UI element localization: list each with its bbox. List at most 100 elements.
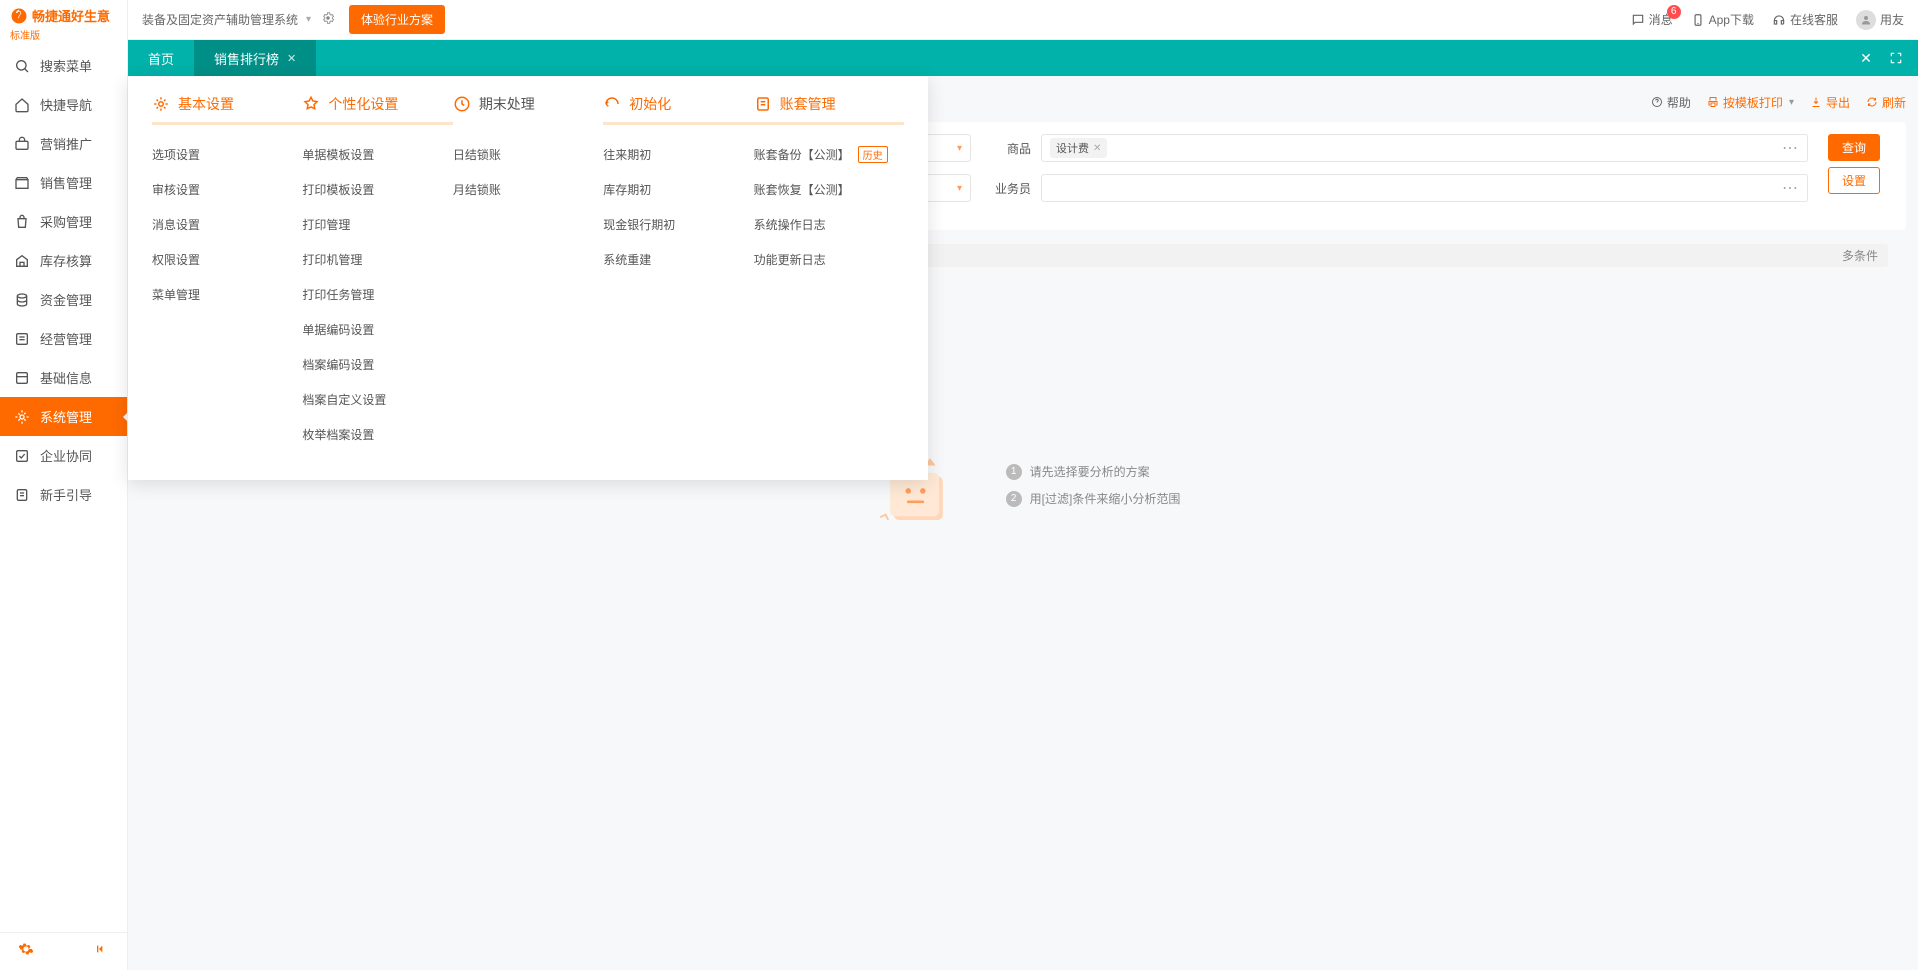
setting-button[interactable]: 设置 — [1828, 167, 1880, 194]
refresh-icon — [1866, 96, 1878, 108]
query-button[interactable]: 查询 — [1828, 134, 1880, 161]
mega-item-label: 枚举档案设置 — [302, 426, 374, 443]
more-dots-icon[interactable]: ⋯ — [1782, 138, 1799, 158]
empty-step: 2用[过滤]条件来缩小分析范围 — [1006, 490, 1181, 507]
mobile-icon — [1691, 13, 1705, 27]
column-head-icon — [453, 95, 471, 113]
mega-menu-item[interactable]: 打印管理 — [302, 207, 452, 242]
mega-column-title: 初始化 — [603, 94, 753, 125]
collapse-sidebar-icon[interactable] — [93, 941, 109, 962]
fund-mgmt-icon — [14, 292, 30, 308]
marketing-icon — [14, 136, 30, 152]
mega-menu-item[interactable]: 单据模板设置 — [302, 137, 452, 172]
chevron-down-icon: ▾ — [957, 143, 962, 154]
tab-strip: 首页销售排行榜✕ ✕ — [128, 40, 1918, 76]
sidebar-item-quick-nav[interactable]: 快捷导航 — [0, 85, 127, 124]
mega-item-label: 月结锁账 — [453, 181, 501, 198]
export-label: 导出 — [1826, 94, 1850, 111]
mega-item-label: 打印任务管理 — [302, 286, 374, 303]
mega-item-label: 消息设置 — [152, 216, 200, 233]
mega-menu-item[interactable]: 菜单管理 — [152, 277, 302, 312]
print-template-button[interactable]: 按模板打印 ▾ — [1707, 94, 1794, 111]
mega-menu-item[interactable]: 打印模板设置 — [302, 172, 452, 207]
mega-item-label: 库存期初 — [603, 181, 651, 198]
product-tag-label: 设计费 — [1056, 140, 1089, 156]
app-download-button[interactable]: App下载 — [1691, 11, 1754, 28]
org-settings-icon[interactable] — [321, 11, 335, 28]
sidebar-item-beginner-guide[interactable]: 新手引导 — [0, 475, 127, 514]
settings-gear-icon[interactable] — [18, 941, 34, 962]
try-scheme-button[interactable]: 体验行业方案 — [349, 5, 445, 34]
sidebar-item-basic-info[interactable]: 基础信息 — [0, 358, 127, 397]
mega-menu-item[interactable]: 选项设置 — [152, 137, 302, 172]
mega-menu-item[interactable]: 系统操作日志 — [754, 207, 904, 242]
mega-menu-item[interactable]: 系统重建 — [603, 242, 753, 277]
sidebar-item-system-mgmt[interactable]: 系统管理 — [0, 397, 127, 436]
fullscreen-icon[interactable] — [1884, 46, 1908, 70]
sidebar-item-marketing[interactable]: 营销推广 — [0, 124, 127, 163]
mega-menu-item[interactable]: 日结锁账 — [453, 137, 603, 172]
mega-menu-item[interactable]: 往来期初 — [603, 137, 753, 172]
refresh-button[interactable]: 刷新 — [1866, 94, 1906, 111]
org-name: 装备及固定资产辅助管理系统 — [142, 11, 298, 28]
sidebar-item-enterprise-collab[interactable]: 企业协同 — [0, 436, 127, 475]
tab-销售排行榜[interactable]: 销售排行榜✕ — [194, 40, 316, 76]
headset-icon — [1772, 13, 1786, 27]
more-dots-icon[interactable]: ⋯ — [1782, 178, 1799, 198]
mega-menu-item[interactable]: 账套恢复【公测】 — [754, 172, 904, 207]
remove-tag-icon[interactable]: ✕ — [1093, 143, 1101, 154]
sidebar-item-label: 搜索菜单 — [40, 56, 92, 75]
mega-item-label: 系统操作日志 — [754, 216, 826, 233]
mega-menu-item[interactable]: 打印任务管理 — [302, 277, 452, 312]
inventory-icon — [14, 253, 30, 269]
sidebar-item-label: 企业协同 — [40, 446, 92, 465]
mega-menu-item[interactable]: 消息设置 — [152, 207, 302, 242]
product-tag[interactable]: 设计费 ✕ — [1050, 138, 1107, 158]
nav-list: 搜索菜单快捷导航营销推广销售管理采购管理库存核算资金管理经营管理基础信息系统管理… — [0, 40, 127, 932]
more-conditions-bar[interactable]: 多条件 — [778, 244, 1888, 267]
sidebar-item-label: 营销推广 — [40, 134, 92, 153]
user-menu[interactable]: 用友 — [1856, 10, 1904, 30]
sidebar-item-label: 系统管理 — [40, 407, 92, 426]
sidebar-item-fund-mgmt[interactable]: 资金管理 — [0, 280, 127, 319]
sidebar-item-search-menu[interactable]: 搜索菜单 — [0, 46, 127, 85]
mega-menu-item[interactable]: 打印机管理 — [302, 242, 452, 277]
sidebar-item-sales-mgmt[interactable]: 销售管理 — [0, 163, 127, 202]
mega-menu-item[interactable]: 档案自定义设置 — [302, 382, 452, 417]
mega-menu-item[interactable]: 单据编码设置 — [302, 312, 452, 347]
empty-step: 1请先选择要分析的方案 — [1006, 463, 1181, 480]
messages-button[interactable]: 消息 6 — [1631, 11, 1673, 28]
mega-menu-item[interactable]: 功能更新日志 — [754, 242, 904, 277]
service-label: 在线客服 — [1790, 11, 1838, 28]
sidebar-item-inventory[interactable]: 库存核算 — [0, 241, 127, 280]
mega-menu-item[interactable]: 账套备份【公测】历史 — [754, 137, 904, 172]
message-icon — [1631, 13, 1645, 27]
close-tab-icon[interactable]: ✕ — [287, 52, 296, 65]
tab-首页[interactable]: 首页 — [128, 40, 194, 76]
chevron-down-icon: ▾ — [1789, 97, 1794, 108]
salesman-field[interactable]: ⋯ — [1041, 174, 1808, 202]
mega-item-label: 账套恢复【公测】 — [754, 181, 850, 198]
sidebar-item-label: 经营管理 — [40, 329, 92, 348]
customer-service-button[interactable]: 在线客服 — [1772, 11, 1838, 28]
quick-nav-icon — [14, 97, 30, 113]
mega-item-label: 档案自定义设置 — [302, 391, 386, 408]
mega-menu-item[interactable]: 现金银行期初 — [603, 207, 753, 242]
mega-menu-item[interactable]: 枚举档案设置 — [302, 417, 452, 452]
mega-menu-item[interactable]: 审核设置 — [152, 172, 302, 207]
mega-menu-item[interactable]: 库存期初 — [603, 172, 753, 207]
product-field[interactable]: 设计费 ✕ ⋯ — [1041, 134, 1808, 162]
mega-menu-item[interactable]: 档案编码设置 — [302, 347, 452, 382]
column-head-icon — [603, 95, 621, 113]
org-selector[interactable]: 装备及固定资产辅助管理系统 ▾ — [142, 11, 311, 28]
close-all-tabs-icon[interactable]: ✕ — [1854, 46, 1878, 70]
sidebar-item-ops-mgmt[interactable]: 经营管理 — [0, 319, 127, 358]
step-number-badge: 2 — [1006, 491, 1022, 507]
help-button[interactable]: 帮助 — [1651, 94, 1691, 111]
mega-menu-item[interactable]: 权限设置 — [152, 242, 302, 277]
export-button[interactable]: 导出 — [1810, 94, 1850, 111]
basic-info-icon — [14, 370, 30, 386]
mega-menu-item[interactable]: 月结锁账 — [453, 172, 603, 207]
sidebar-item-purchase-mgmt[interactable]: 采购管理 — [0, 202, 127, 241]
app-download-label: App下载 — [1709, 11, 1754, 28]
